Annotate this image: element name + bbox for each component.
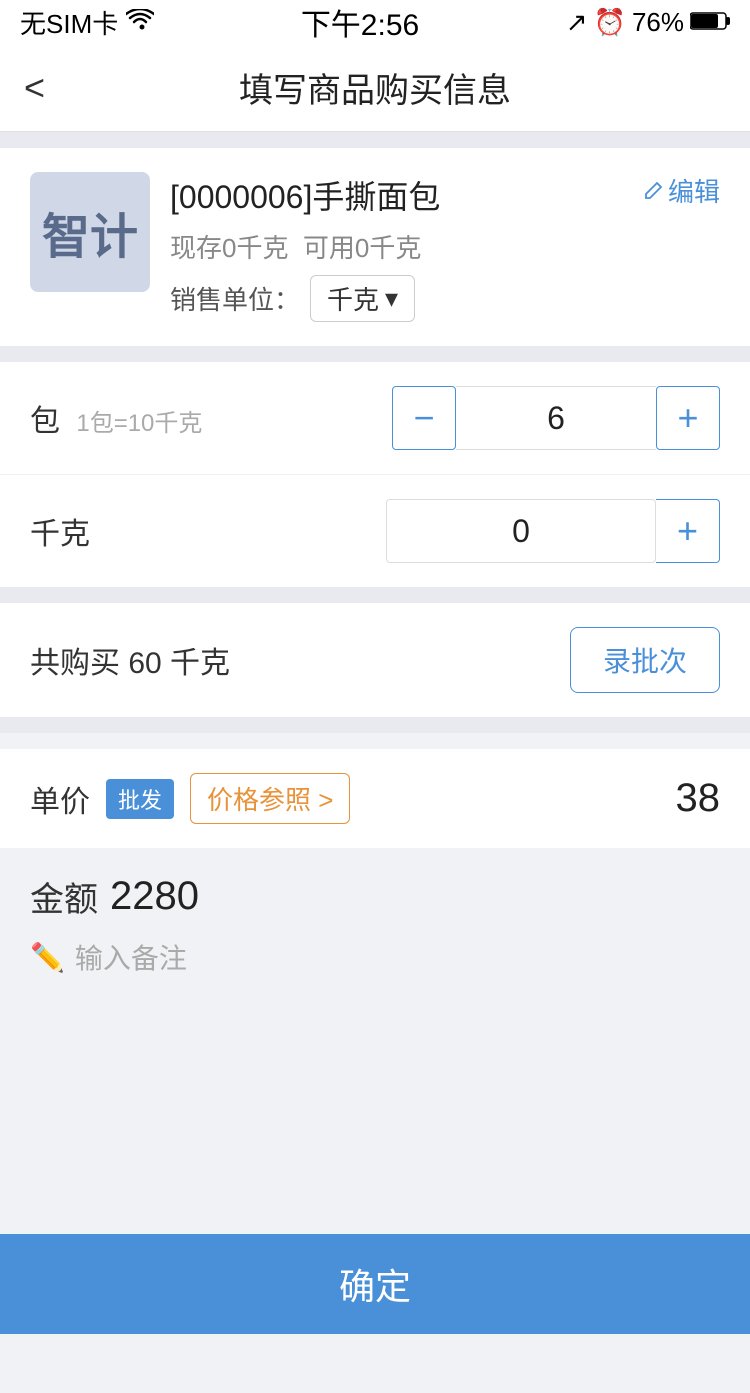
- product-header: [0000006]手撕面包 编辑: [170, 172, 720, 218]
- confirm-label: 确定: [339, 1258, 411, 1310]
- wifi-icon: [126, 7, 154, 38]
- status-left: 无SIM卡: [20, 4, 154, 41]
- mid-divider2: [0, 587, 750, 603]
- bag-hint: 1包=10千克: [76, 410, 202, 437]
- unit-select[interactable]: 千克 ▾: [310, 275, 415, 322]
- page-title: 填写商品购买信息: [239, 63, 511, 112]
- edit-button[interactable]: 编辑: [642, 172, 720, 209]
- status-right: ↗ ⏰ 76%: [566, 7, 730, 38]
- price-value: 38: [676, 776, 721, 821]
- bag-qty-control: − +: [392, 386, 720, 450]
- kg-label: 千克: [30, 509, 386, 553]
- product-card: 智计 [0000006]手撕面包 编辑 现存0千克 可用0千克 销售单位： 千克…: [0, 148, 750, 346]
- location-icon: ↗: [566, 7, 588, 38]
- amount-row: 金额 2280: [30, 872, 720, 921]
- bag-row: 包 1包=10千克 − +: [0, 362, 750, 475]
- top-divider: [0, 132, 750, 148]
- remark-row[interactable]: ✏️ 输入备注: [30, 937, 720, 977]
- status-bar: 无SIM卡 下午2:56 ↗ ⏰ 76%: [0, 0, 750, 44]
- mid-divider3: [0, 717, 750, 733]
- battery-icon: [690, 7, 730, 38]
- battery-text: 76%: [632, 7, 684, 38]
- product-stock: 现存0千克 可用0千克: [170, 228, 720, 265]
- back-button[interactable]: <: [24, 67, 45, 109]
- confirm-button[interactable]: 确定: [0, 1234, 750, 1334]
- nav-bar: < 填写商品购买信息: [0, 44, 750, 132]
- bag-input-section: 包 1包=10千克 − + 千克 +: [0, 362, 750, 587]
- amount-value: 2280: [110, 874, 199, 919]
- kg-plus-button[interactable]: +: [656, 499, 720, 563]
- price-ref-button[interactable]: 价格参照 >: [190, 773, 350, 824]
- batch-button[interactable]: 录批次: [570, 627, 720, 693]
- amount-section: 金额 2280 ✏️ 输入备注: [0, 848, 750, 993]
- kg-qty-control: +: [386, 499, 720, 563]
- product-image: 智计: [30, 172, 150, 292]
- bag-qty-input[interactable]: [456, 386, 656, 450]
- kg-qty-input[interactable]: [386, 499, 656, 563]
- price-section: 单价 批发 价格参照 > 38: [0, 749, 750, 848]
- summary-row: 共购买 60 千克 录批次: [0, 603, 750, 717]
- total-text: 共购买 60 千克: [30, 638, 230, 682]
- bag-minus-button[interactable]: −: [392, 386, 456, 450]
- remark-placeholder: 输入备注: [75, 937, 187, 977]
- bag-label: 包 1包=10千克: [30, 396, 392, 440]
- product-name: [0000006]手撕面包: [170, 172, 642, 218]
- product-info: [0000006]手撕面包 编辑 现存0千克 可用0千克 销售单位： 千克 ▾: [170, 172, 720, 322]
- status-time: 下午2:56: [301, 0, 419, 44]
- pencil-icon: ✏️: [30, 941, 65, 974]
- amount-label: 金额: [30, 872, 98, 921]
- kg-row: 千克 +: [0, 475, 750, 587]
- mid-divider1: [0, 346, 750, 362]
- bag-plus-button[interactable]: +: [656, 386, 720, 450]
- price-type-tag: 批发: [106, 779, 174, 819]
- product-logo: 智计: [42, 197, 138, 267]
- chevron-down-icon: ▾: [385, 283, 398, 314]
- price-label: 单价: [30, 777, 90, 821]
- product-unit-row: 销售单位： 千克 ▾: [170, 275, 720, 322]
- carrier-text: 无SIM卡: [20, 4, 118, 41]
- alarm-icon: ⏰: [594, 7, 626, 38]
